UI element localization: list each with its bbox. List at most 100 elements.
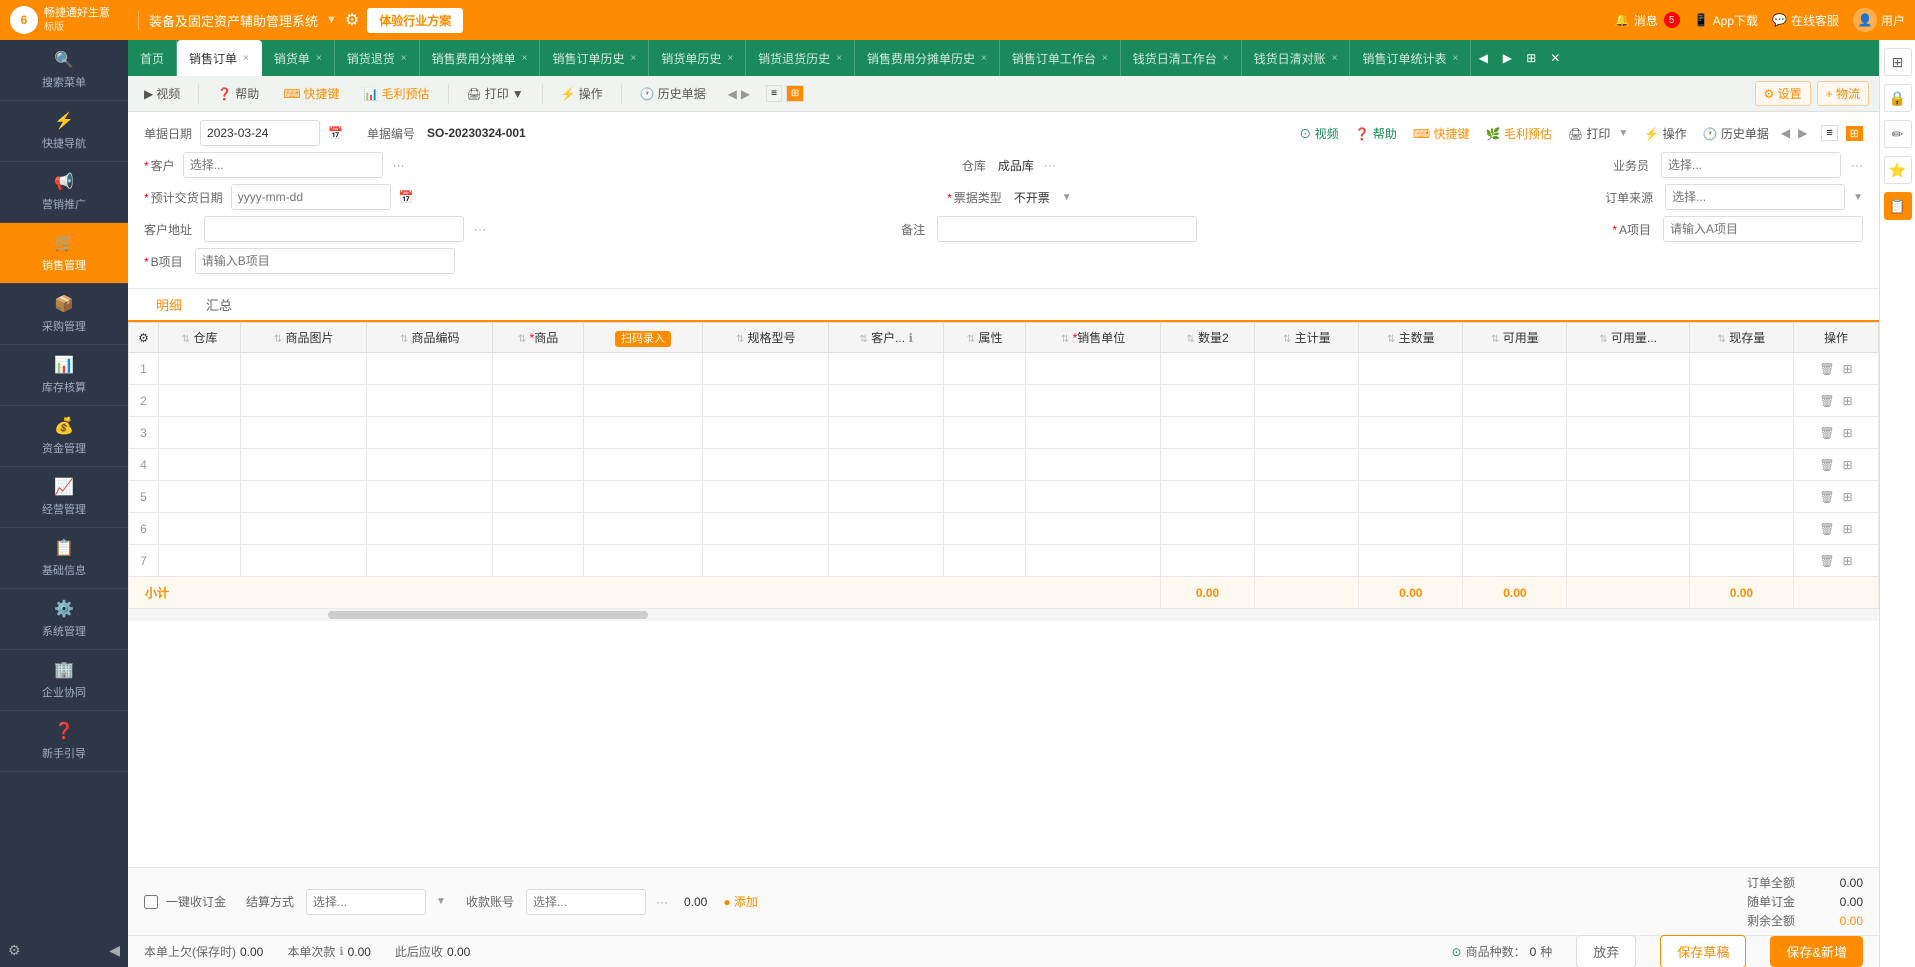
a-project-input[interactable] — [1663, 216, 1863, 242]
customer-dots[interactable]: ··· — [393, 158, 405, 172]
cell-attr-5[interactable] — [944, 481, 1026, 513]
cell-avail2-4[interactable] — [1567, 449, 1689, 481]
tab-close-sales-return-history[interactable]: × — [836, 53, 842, 64]
tab-sales-fee-history[interactable]: 销售费用分摊单历史 × — [855, 40, 1000, 76]
copy-row-1[interactable]: ⊞ — [1841, 360, 1855, 378]
cell-qty2-7[interactable] — [1160, 545, 1254, 577]
cell-spec-5[interactable] — [703, 481, 829, 513]
user-btn[interactable]: 👤 用户 — [1853, 8, 1905, 32]
tab-close-sales-bill[interactable]: × — [316, 53, 322, 64]
cell-avail-1[interactable] — [1463, 353, 1567, 385]
copy-row-2[interactable]: ⊞ — [1841, 392, 1855, 410]
add-payment-btn[interactable]: ● 添加 — [723, 893, 758, 910]
cell-avail2-3[interactable] — [1567, 417, 1689, 449]
profit-link[interactable]: 🌿 毛利预估 — [1486, 125, 1552, 142]
tab-close-all-btn[interactable]: ✕ — [1543, 40, 1567, 76]
cell-stock-6[interactable] — [1689, 513, 1793, 545]
cell-ccode-1[interactable] — [829, 353, 944, 385]
online-service-btn[interactable]: 💬 在线客服 — [1772, 12, 1839, 29]
delete-row-3[interactable]: 🗑 — [1817, 424, 1836, 442]
cell-warehouse-7[interactable] — [159, 545, 241, 577]
view-btn[interactable]: ▶ 视频 — [138, 83, 186, 104]
cell-attr-7[interactable] — [944, 545, 1026, 577]
table-view-btn[interactable]: ⊞ — [1846, 126, 1863, 141]
delete-row-2[interactable]: 🗑 — [1817, 392, 1836, 410]
sidebar-item-enterprise[interactable]: 🏢 企业协同 — [0, 650, 128, 711]
tab-cash-reconcile[interactable]: 钱货日清对账 × — [1242, 40, 1351, 76]
order-source-input[interactable] — [1665, 184, 1845, 210]
cell-unit-4[interactable] — [1026, 449, 1161, 481]
cell-qty2-6[interactable] — [1160, 513, 1254, 545]
tab-close-sales-return[interactable]: × — [401, 53, 407, 64]
col-main-qty[interactable]: ⇅ 主数量 — [1359, 323, 1463, 353]
copy-row-6[interactable]: ⊞ — [1841, 520, 1855, 538]
col-spec[interactable]: ⇅ 规格型号 — [703, 323, 829, 353]
tab-sales-workbench[interactable]: 销售订单工作台 × — [1000, 40, 1121, 76]
save-new-btn[interactable]: 保存&新增 — [1770, 936, 1863, 967]
copy-row-4[interactable]: ⊞ — [1841, 456, 1855, 474]
cell-unit-3[interactable] — [1026, 417, 1161, 449]
cell-unit-6[interactable] — [1026, 513, 1161, 545]
cell-avail-4[interactable] — [1463, 449, 1567, 481]
calendar-icon[interactable]: 📅 — [328, 126, 343, 140]
cell-stock-1[interactable] — [1689, 353, 1793, 385]
sidebar-item-finance[interactable]: 💰 资金管理 — [0, 406, 128, 467]
cell-attr-6[interactable] — [944, 513, 1026, 545]
cell-unit-7[interactable] — [1026, 545, 1161, 577]
col-attribute[interactable]: ⇅ 属性 — [944, 323, 1026, 353]
cell-img-1[interactable] — [241, 353, 367, 385]
col-available[interactable]: ⇅ 可用量 — [1463, 323, 1567, 353]
account-input[interactable] — [526, 889, 646, 915]
cell-avail-6[interactable] — [1463, 513, 1567, 545]
cell-spec-7[interactable] — [703, 545, 829, 577]
staff-input[interactable] — [1661, 152, 1841, 178]
col-product[interactable]: ⇅ *商品 — [493, 323, 584, 353]
cell-qty2-1[interactable] — [1160, 353, 1254, 385]
cell-avail2-2[interactable] — [1567, 385, 1689, 417]
tab-close-sales-bill-history[interactable]: × — [727, 53, 733, 64]
cell-stock-3[interactable] — [1689, 417, 1793, 449]
right-panel-btn-2[interactable]: 🔒 — [1884, 84, 1912, 112]
cell-stock-5[interactable] — [1689, 481, 1793, 513]
detail-tab-mingxi[interactable]: 明细 — [144, 289, 194, 322]
cell-code-1[interactable] — [367, 353, 493, 385]
cell-img-5[interactable] — [241, 481, 367, 513]
cell-attr-1[interactable] — [944, 353, 1026, 385]
payment-method-input[interactable] — [306, 889, 426, 915]
delete-row-7[interactable]: 🗑 — [1817, 552, 1836, 570]
list-view-icon[interactable]: ≡ — [766, 85, 782, 102]
cell-munit-1[interactable] — [1255, 353, 1359, 385]
detail-tab-huizong[interactable]: 汇总 — [194, 289, 244, 320]
profit-btn[interactable]: 📊 毛利预估 — [358, 83, 436, 104]
cell-ccode-6[interactable] — [829, 513, 944, 545]
cell-code-3[interactable] — [367, 417, 493, 449]
message-btn[interactable]: 🔔 消息 5 — [1615, 12, 1680, 29]
cell-scan-1[interactable] — [583, 353, 702, 385]
col-unit[interactable]: ⇅ *销售单位 — [1026, 323, 1161, 353]
op-link[interactable]: ⚡ 操作 — [1644, 125, 1686, 142]
add-logistics-btn[interactable]: + 物流 — [1817, 81, 1869, 106]
order-source-dropdown[interactable]: ▼ — [1853, 192, 1863, 203]
cell-product-1[interactable] — [493, 353, 584, 385]
op-btn[interactable]: ⚡ 操作 — [555, 83, 609, 104]
right-panel-btn-3[interactable]: ✏ — [1884, 120, 1912, 148]
cell-ccode-7[interactable] — [829, 545, 944, 577]
cell-stock-4[interactable] — [1689, 449, 1793, 481]
remark-input[interactable] — [937, 216, 1197, 242]
cell-ccode-5[interactable] — [829, 481, 944, 513]
date-input[interactable] — [200, 120, 320, 146]
cell-ccode-3[interactable] — [829, 417, 944, 449]
cell-scan-7[interactable] — [583, 545, 702, 577]
tab-close-cash-daily[interactable]: × — [1223, 53, 1229, 64]
tab-prev-btn[interactable]: ◀ — [1471, 40, 1495, 76]
cell-avail-2[interactable] — [1463, 385, 1567, 417]
cell-mqty-3[interactable] — [1359, 417, 1463, 449]
col-available2[interactable]: ⇅ 可用量... — [1567, 323, 1689, 353]
cell-product-4[interactable] — [493, 449, 584, 481]
col-gear[interactable]: ⚙ — [129, 323, 159, 353]
delete-row-6[interactable]: 🗑 — [1817, 520, 1836, 538]
cell-warehouse-3[interactable] — [159, 417, 241, 449]
cell-warehouse-6[interactable] — [159, 513, 241, 545]
prev-page-icon[interactable]: ◀ — [728, 87, 737, 101]
warehouse-dots[interactable]: ··· — [1044, 158, 1056, 172]
